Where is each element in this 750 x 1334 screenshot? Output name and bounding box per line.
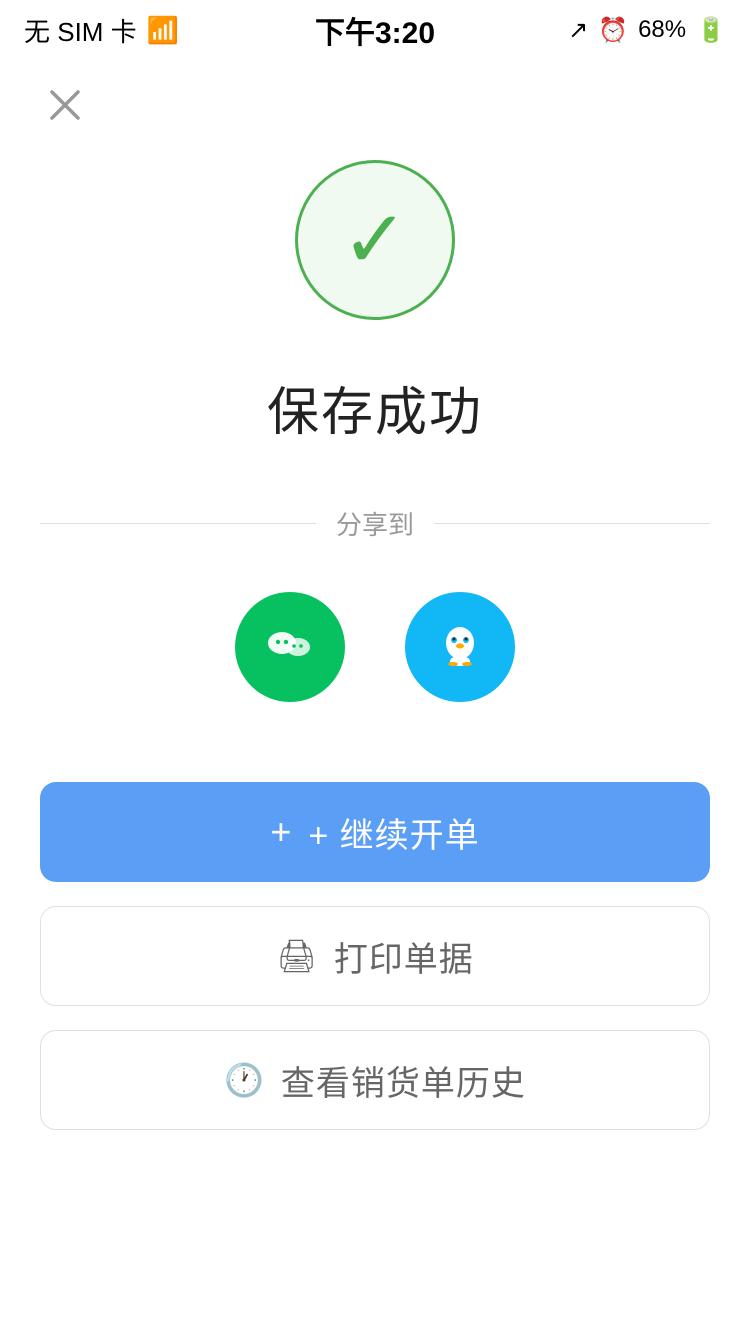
continue-label: + 继续开单 (308, 808, 479, 857)
status-bar: 无 SIM 卡 📶 下午3:20 ↗ ⏰ 68% 🔋 (0, 0, 750, 60)
plus-icon: + (270, 811, 292, 853)
battery-text: 68% (638, 16, 686, 44)
share-divider: 分享到 (40, 505, 710, 542)
status-left: 无 SIM 卡 📶 (24, 12, 179, 49)
history-label: 查看销货单历史 (281, 1056, 526, 1105)
status-time: 下午3:20 (315, 8, 435, 52)
wechat-share-button[interactable] (235, 592, 345, 702)
share-label: 分享到 (336, 505, 414, 542)
close-button[interactable] (40, 80, 90, 130)
printer-icon: 🖨 (276, 937, 318, 975)
status-right: ↗ ⏰ 68% 🔋 (568, 16, 726, 45)
print-label: 打印单据 (334, 932, 474, 981)
qq-share-button[interactable] (405, 592, 515, 702)
clock-icon: 🕐 (224, 1061, 265, 1099)
action-buttons: + + 继续开单 🖨 打印单据 🕐 查看销货单历史 (40, 782, 710, 1130)
location-icon: ↗ (568, 16, 588, 45)
success-icon-circle: ✓ (295, 160, 455, 320)
divider-left (40, 523, 316, 524)
checkmark-icon: ✓ (341, 200, 408, 280)
divider-right (434, 523, 710, 524)
no-sim-text: 无 SIM 卡 (24, 12, 137, 49)
battery-icon: 🔋 (696, 16, 726, 45)
wifi-icon: 📶 (147, 15, 179, 46)
history-button[interactable]: 🕐 查看销货单历史 (40, 1030, 710, 1130)
main-content: ✓ 保存成功 分享到 (0, 60, 750, 1334)
success-title: 保存成功 (267, 370, 483, 445)
share-row (235, 592, 515, 702)
alarm-icon: ⏰ (598, 16, 628, 45)
continue-button[interactable]: + + 继续开单 (40, 782, 710, 882)
print-button[interactable]: 🖨 打印单据 (40, 906, 710, 1006)
